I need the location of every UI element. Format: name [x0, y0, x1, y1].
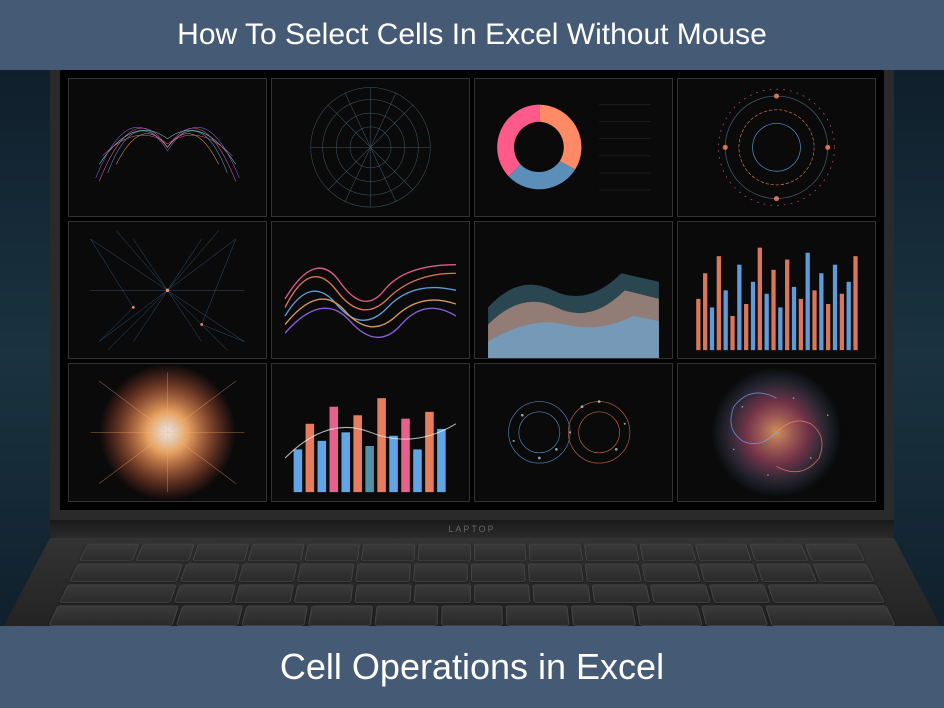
panel-wave-lines [271, 221, 470, 360]
panel-donut-chart [474, 78, 673, 217]
panel-scatter-radial [474, 363, 673, 502]
panel-galaxy-spiral [677, 363, 876, 502]
title-banner: How To Select Cells In Excel Without Mou… [0, 0, 944, 70]
panel-radial-web [271, 78, 470, 217]
subtitle-text: Cell Operations in Excel [280, 646, 664, 687]
panel-circular-gauge [677, 78, 876, 217]
laptop-hinge: LAPTOP [50, 520, 894, 538]
panel-area-flow [474, 221, 673, 360]
laptop-keyboard [0, 538, 944, 633]
panel-starburst [68, 363, 267, 502]
panel-fractal-wings [68, 78, 267, 217]
panel-volume-bars [677, 221, 876, 360]
brand-label: LAPTOP [448, 524, 495, 534]
panel-bar-chart [271, 363, 470, 502]
title-text: How To Select Cells In Excel Without Mou… [177, 18, 767, 51]
laptop-screen [50, 60, 894, 520]
laptop-illustration: LAPTOP [50, 60, 894, 638]
panel-network-mesh [68, 221, 267, 360]
subtitle-banner: Cell Operations in Excel [0, 626, 944, 708]
